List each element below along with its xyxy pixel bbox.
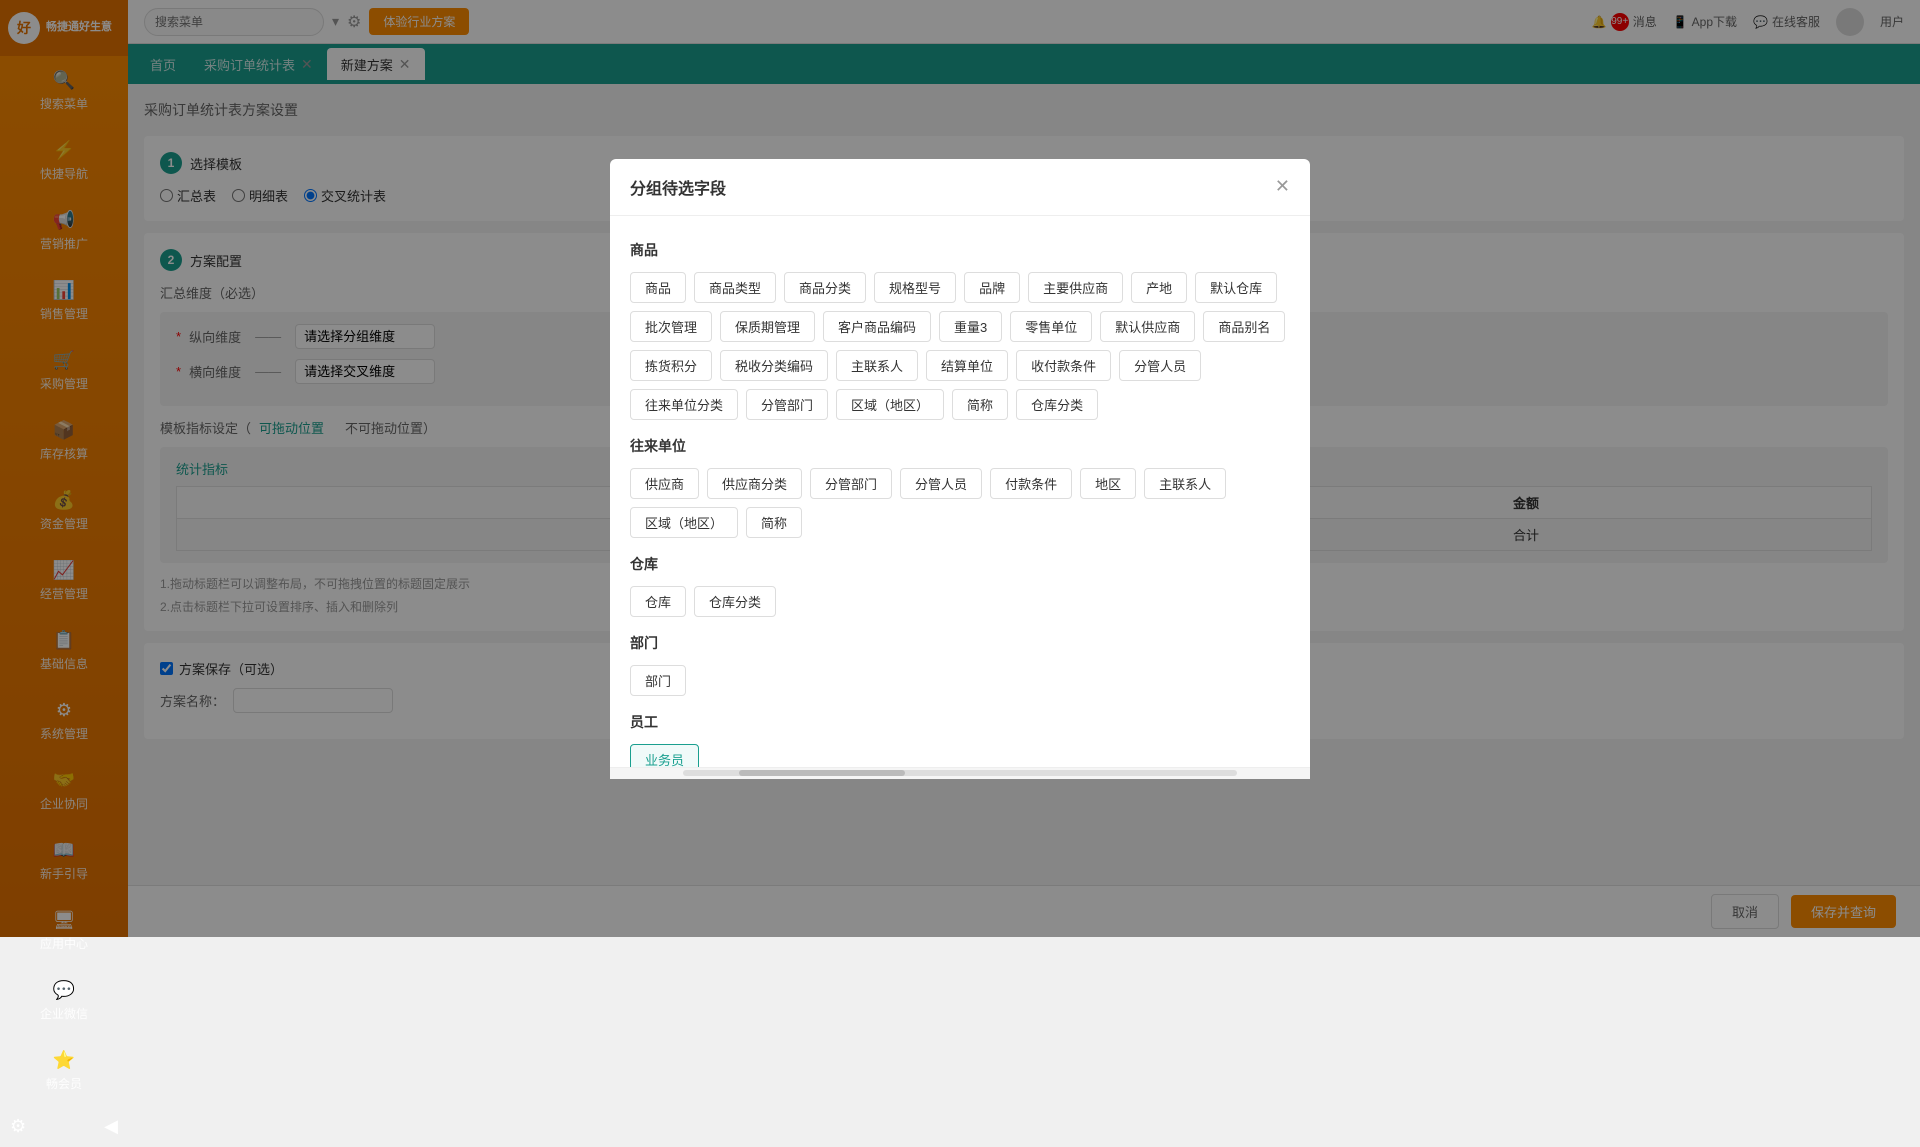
field-chip-default-supplier[interactable]: 默认供应商 [1100, 311, 1195, 342]
field-chip-default-warehouse[interactable]: 默认仓库 [1195, 272, 1277, 303]
modal-header: 分组待选字段 ✕ [610, 159, 1310, 216]
section-title-goods: 商品 [630, 240, 1290, 260]
field-chip-area[interactable]: 地区 [1080, 468, 1136, 499]
field-chip-retail-unit[interactable]: 零售单位 [1010, 311, 1092, 342]
field-chip-settlement-unit[interactable]: 结算单位 [926, 350, 1008, 381]
field-chip-goods-alias[interactable]: 商品别名 [1203, 311, 1285, 342]
field-chip-salesperson[interactable]: 业务员 [630, 744, 699, 767]
field-chip-main-contact2[interactable]: 主联系人 [1144, 468, 1226, 499]
field-chip-spec-model[interactable]: 规格型号 [874, 272, 956, 303]
modal-body: 商品 商品 商品类型 商品分类 规格型号 品牌 主要供应商 产地 默认仓库 批次… [610, 216, 1310, 767]
sidebar-item-label: 应用中心 [40, 935, 88, 952]
collapse-icon[interactable]: ◀ [104, 1116, 118, 1137]
field-chip-customer-code[interactable]: 客户商品编码 [823, 311, 931, 342]
section-title-employee: 员工 [630, 712, 1290, 732]
section-title-warehouse: 仓库 [630, 554, 1290, 574]
field-chip-goods-category[interactable]: 商品分类 [784, 272, 866, 303]
field-chip-short-name[interactable]: 简称 [952, 389, 1008, 420]
field-chip-partner-dept[interactable]: 分管部门 [810, 468, 892, 499]
field-chip-partner-manager[interactable]: 分管人员 [900, 468, 982, 499]
sidebar-item-label: 畅会员 [46, 1075, 82, 1092]
field-chip-tax-code[interactable]: 税收分类编码 [720, 350, 828, 381]
sidebar-item-label: 企业微信 [40, 1005, 88, 1022]
partner-field-grid: 供应商 供应商分类 分管部门 分管人员 付款条件 地区 主联系人 区域（地区） … [630, 468, 1290, 538]
member-icon: ⭐ [53, 1050, 75, 1071]
field-chip-brand[interactable]: 品牌 [964, 272, 1020, 303]
field-chip-payment-terms[interactable]: 收付款条件 [1016, 350, 1111, 381]
field-chip-main-contact[interactable]: 主联系人 [836, 350, 918, 381]
field-chip-supplier-category[interactable]: 供应商分类 [707, 468, 802, 499]
wechat-icon: 💬 [53, 980, 75, 1001]
field-chip-origin[interactable]: 产地 [1131, 272, 1187, 303]
field-chip-quality[interactable]: 保质期管理 [720, 311, 815, 342]
modal-title: 分组待选字段 [630, 175, 726, 199]
warehouse-field-grid: 仓库 仓库分类 [630, 586, 1290, 617]
field-chip-short-name2[interactable]: 简称 [746, 507, 802, 538]
field-chip-region[interactable]: 区域（地区） [836, 389, 944, 420]
sidebar-item-wechat[interactable]: 💬 企业微信 [0, 966, 128, 1036]
field-chip-goods[interactable]: 商品 [630, 272, 686, 303]
settings-bottom-icon[interactable]: ⚙ [10, 1116, 26, 1137]
field-chip-goods-type[interactable]: 商品类型 [694, 272, 776, 303]
field-chip-pick-score[interactable]: 拣货积分 [630, 350, 712, 381]
modal-close-button[interactable]: ✕ [1275, 176, 1290, 197]
field-select-modal: 分组待选字段 ✕ 商品 商品 商品类型 商品分类 规格型号 品牌 主要供应商 产… [610, 159, 1310, 779]
field-chip-manager[interactable]: 分管人员 [1119, 350, 1201, 381]
field-chip-batch[interactable]: 批次管理 [630, 311, 712, 342]
field-chip-pay-terms[interactable]: 付款条件 [990, 468, 1072, 499]
sidebar-bottom: ⚙ ◀ [0, 1106, 128, 1147]
field-chip-warehouse-cat[interactable]: 仓库分类 [694, 586, 776, 617]
field-chip-weight[interactable]: 重量3 [939, 311, 1002, 342]
field-chip-warehouse-category[interactable]: 仓库分类 [1016, 389, 1098, 420]
modal-overlay: 分组待选字段 ✕ 商品 商品 商品类型 商品分类 规格型号 品牌 主要供应商 产… [0, 0, 1920, 937]
field-chip-department[interactable]: 部门 [630, 665, 686, 696]
field-chip-dept[interactable]: 分管部门 [746, 389, 828, 420]
field-chip-partner-category[interactable]: 往来单位分类 [630, 389, 738, 420]
field-chip-main-supplier[interactable]: 主要供应商 [1028, 272, 1123, 303]
field-chip-supplier[interactable]: 供应商 [630, 468, 699, 499]
section-title-department: 部门 [630, 633, 1290, 653]
employee-field-grid: 业务员 [630, 744, 1290, 767]
goods-field-grid: 商品 商品类型 商品分类 规格型号 品牌 主要供应商 产地 默认仓库 批次管理 … [630, 272, 1290, 420]
section-title-partner: 往来单位 [630, 436, 1290, 456]
department-field-grid: 部门 [630, 665, 1290, 696]
modal-scrollbar-bottom [610, 767, 1310, 779]
field-chip-region2[interactable]: 区域（地区） [630, 507, 738, 538]
sidebar-item-member[interactable]: ⭐ 畅会员 [0, 1036, 128, 1106]
field-chip-warehouse[interactable]: 仓库 [630, 586, 686, 617]
